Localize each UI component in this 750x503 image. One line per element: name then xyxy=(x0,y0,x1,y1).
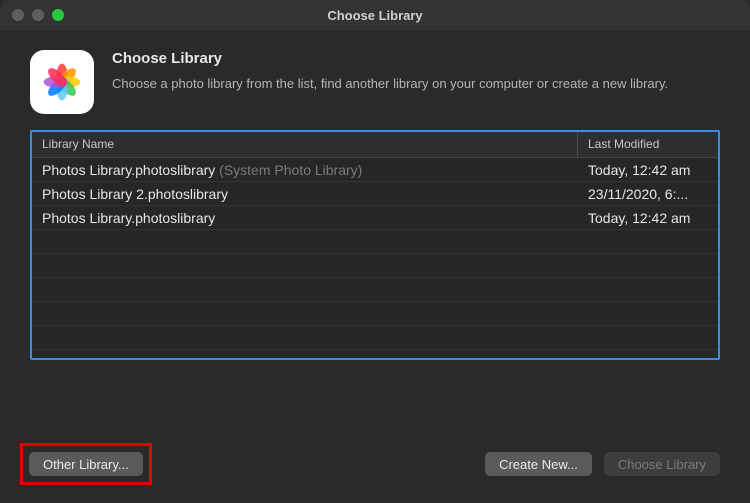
library-modified: Today, 12:42 am xyxy=(578,210,718,226)
create-new-button[interactable]: Create New... xyxy=(485,452,592,476)
library-name: Photos Library 2.photoslibrary xyxy=(32,186,578,202)
maximize-icon[interactable] xyxy=(52,9,64,21)
empty-row xyxy=(32,302,718,326)
minimize-icon[interactable] xyxy=(32,9,44,21)
library-name: Photos Library.photoslibrary xyxy=(32,210,578,226)
button-row: Other Library... Create New... Choose Li… xyxy=(30,403,720,485)
empty-row xyxy=(32,254,718,278)
empty-row xyxy=(32,278,718,302)
empty-row xyxy=(32,230,718,254)
list-item[interactable]: Photos Library.photoslibrary (System Pho… xyxy=(32,158,718,182)
library-name: Photos Library.photoslibrary (System Pho… xyxy=(32,162,578,178)
column-header-modified[interactable]: Last Modified xyxy=(578,132,718,157)
other-library-button[interactable]: Other Library... xyxy=(29,452,143,476)
library-list: Library Name Last Modified Photos Librar… xyxy=(30,130,720,360)
content-area: Choose Library Choose a photo library fr… xyxy=(0,30,750,503)
list-item[interactable]: Photos Library.photoslibrary Today, 12:4… xyxy=(32,206,718,230)
close-icon[interactable] xyxy=(12,9,24,21)
library-modified: Today, 12:42 am xyxy=(578,162,718,178)
header-text: Choose Library Choose a photo library fr… xyxy=(112,50,720,114)
list-header: Library Name Last Modified xyxy=(32,132,718,158)
choose-library-button: Choose Library xyxy=(604,452,720,476)
header-row: Choose Library Choose a photo library fr… xyxy=(30,50,720,114)
choose-library-window: Choose Library xyxy=(0,0,750,503)
traffic-lights xyxy=(12,9,64,21)
right-buttons: Create New... Choose Library xyxy=(485,452,720,476)
list-item[interactable]: Photos Library 2.photoslibrary 23/11/202… xyxy=(32,182,718,206)
window-title: Choose Library xyxy=(327,8,422,23)
empty-row xyxy=(32,326,718,350)
list-body: Photos Library.photoslibrary (System Pho… xyxy=(32,158,718,358)
description: Choose a photo library from the list, fi… xyxy=(112,75,720,93)
heading: Choose Library xyxy=(112,50,720,67)
column-header-name[interactable]: Library Name xyxy=(32,132,578,157)
library-modified: 23/11/2020, 6:... xyxy=(578,186,718,202)
photos-app-icon xyxy=(30,50,94,114)
title-bar: Choose Library xyxy=(0,0,750,30)
highlight-annotation: Other Library... xyxy=(20,443,152,485)
